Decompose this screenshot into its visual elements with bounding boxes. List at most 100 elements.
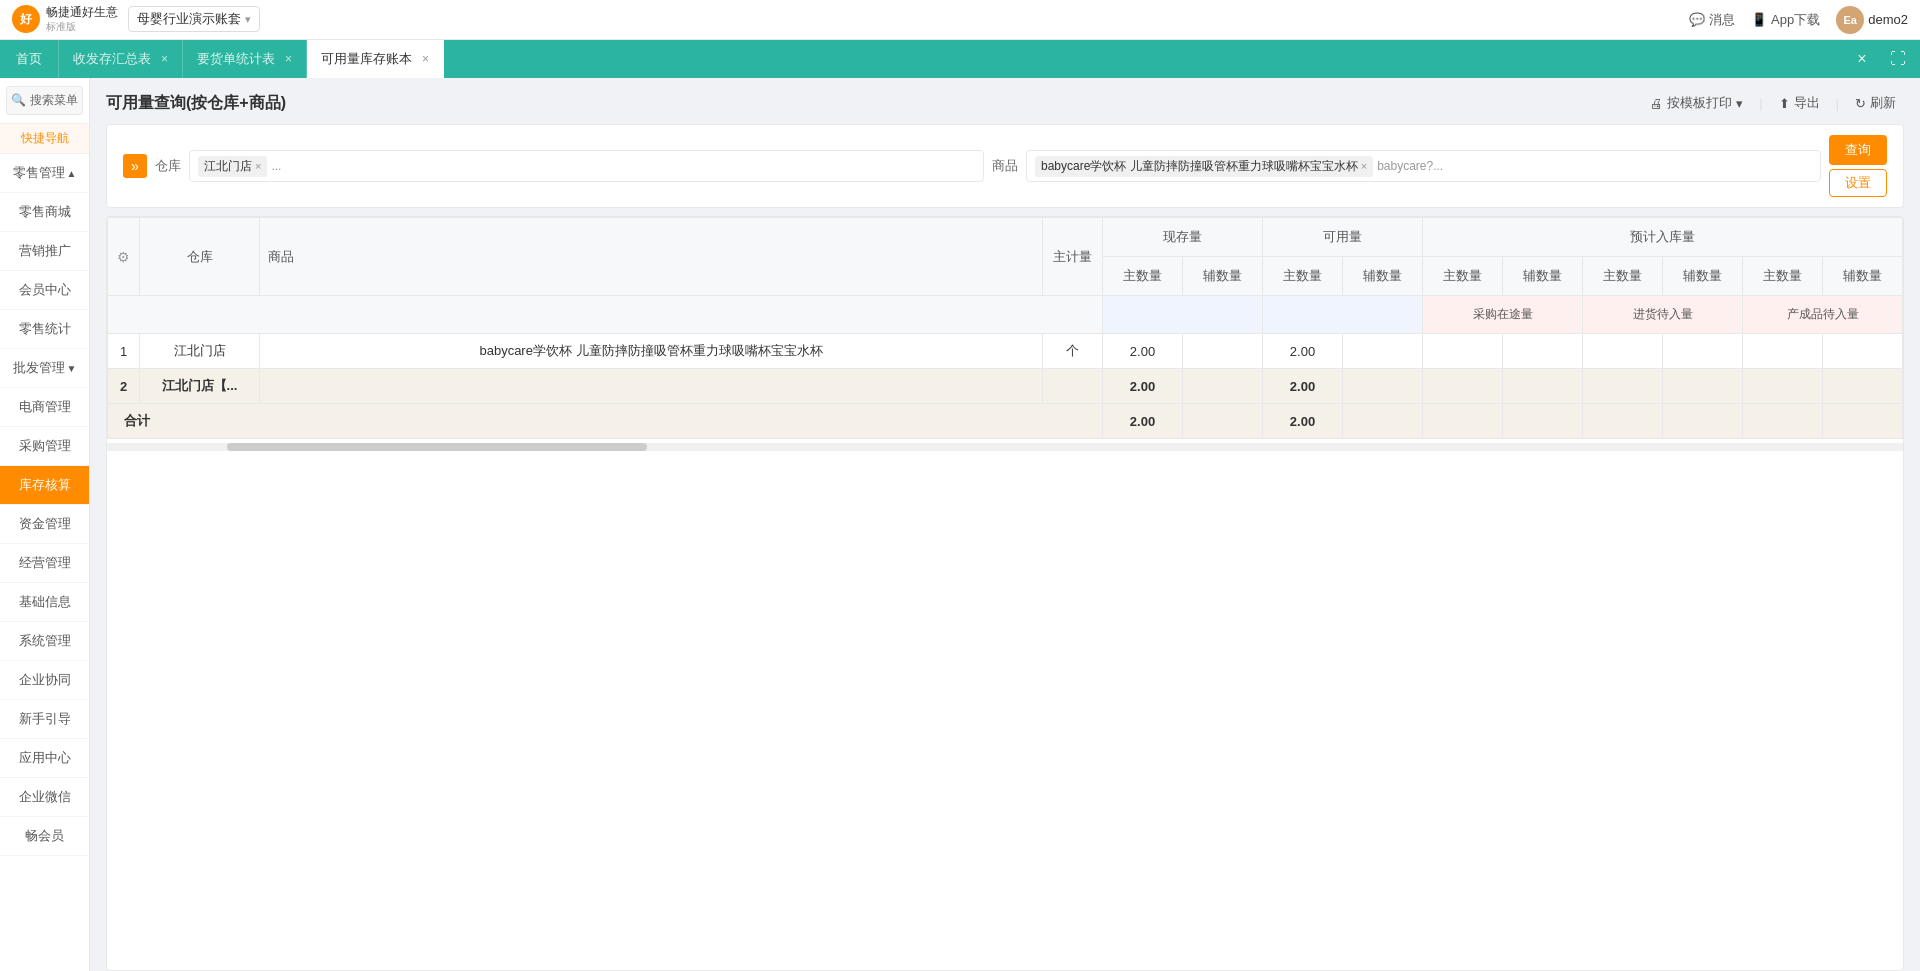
settings-button[interactable]: 设置 [1829, 169, 1887, 197]
th-available: 可用量 [1263, 218, 1423, 257]
tab-home[interactable]: 首页 [0, 40, 59, 78]
sidebar-item-member-center-label: 会员中心 [19, 281, 71, 299]
th-sub-production-arriving: 产成品待入量 [1743, 296, 1903, 334]
refresh-button[interactable]: ↻ 刷新 [1847, 90, 1904, 116]
main-layout: 🔍 搜索菜单 快捷导航 零售管理 ▲ 零售商城 营销推广 会员中心 零售统计 批… [0, 78, 1920, 971]
footer-available-aux [1343, 404, 1423, 439]
sidebar-item-ecommerce-mgmt[interactable]: 电商管理 [0, 388, 89, 427]
tab-available-stock-close-icon[interactable]: × [422, 52, 429, 66]
search-menu-label: 搜索菜单 [30, 93, 78, 107]
app-download-button[interactable]: 📱 App下载 [1751, 11, 1820, 29]
sidebar-item-marketing[interactable]: 营销推广 [0, 232, 89, 271]
th-purchase-arriving-aux: 辅数量 [1663, 257, 1743, 296]
th-current-aux-qty: 辅数量 [1183, 257, 1263, 296]
row2-purchase-arriving-aux [1663, 369, 1743, 404]
tab-expand-button[interactable]: ⛶ [1884, 45, 1912, 73]
export-label: 导出 [1794, 94, 1820, 112]
row1-available-main: 2.00 [1263, 334, 1343, 369]
enterprise-selector[interactable]: 母婴行业演示账套 ▾ [128, 6, 260, 32]
tab-receivable-summary[interactable]: 收发存汇总表 × [59, 40, 183, 78]
product-filter-tags[interactable]: babycare学饮杯 儿童防摔防撞吸管杯重力球吸嘴杯宝宝水杯 × babyca… [1026, 150, 1821, 182]
search-menu-button[interactable]: 🔍 搜索菜单 [6, 86, 83, 115]
footer-purchase-transit-main [1423, 404, 1503, 439]
sidebar-item-inventory-check[interactable]: 库存核算 [0, 466, 89, 505]
sidebar-item-retail-stats[interactable]: 零售统计 [0, 310, 89, 349]
th-current-main-qty: 主数量 [1103, 257, 1183, 296]
sidebar-item-inventory-check-label: 库存核算 [19, 476, 71, 494]
print-arrow-icon: ▾ [1736, 96, 1743, 111]
row1-purchase-transit-main [1423, 334, 1503, 369]
product-filter-label: 商品 [992, 157, 1018, 175]
tab-receivable-close-icon[interactable]: × [161, 52, 168, 66]
sidebar-item-marketing-label: 营销推广 [19, 242, 71, 260]
tab-available-stock[interactable]: 可用量库存账本 × [307, 40, 444, 78]
logo-area: 好 畅捷通好生意 标准版 [12, 5, 118, 33]
top-bar: 好 畅捷通好生意 标准版 母婴行业演示账套 ▾ 💬 消息 📱 App下载 Ea … [0, 0, 1920, 40]
tab-receivable-label: 收发存汇总表 [73, 50, 151, 68]
warehouse-tag-jiangbei: 江北门店 × [198, 156, 267, 177]
sidebar-item-ops-mgmt[interactable]: 经营管理 [0, 544, 89, 583]
tab-close-all-button[interactable]: × [1848, 45, 1876, 73]
footer-total-row: 合计 2.00 2.00 [108, 404, 1903, 439]
sidebar-item-retail-mall[interactable]: 零售商城 [0, 193, 89, 232]
th-main-unit: 主计量 [1043, 218, 1103, 296]
row1-production-arriving-aux [1823, 334, 1903, 369]
footer-production-arriving-aux [1823, 404, 1903, 439]
row1-purchase-transit-aux [1503, 334, 1583, 369]
sidebar-item-ops-mgmt-label: 经营管理 [19, 554, 71, 572]
row2-warehouse: 江北门店【... [140, 369, 260, 404]
sidebar-item-enterprise-wechat[interactable]: 企业微信 [0, 778, 89, 817]
sidebar-item-finance-mgmt[interactable]: 资金管理 [0, 505, 89, 544]
sidebar-item-retail-mgmt[interactable]: 零售管理 ▲ [0, 154, 89, 193]
row1-production-arriving-main [1743, 334, 1823, 369]
row1-current-main: 2.00 [1103, 334, 1183, 369]
product-tag-babycare: babycare学饮杯 儿童防摔防撞吸管杯重力球吸嘴杯宝宝水杯 × [1035, 156, 1373, 177]
sidebar-item-app-center[interactable]: 应用中心 [0, 739, 89, 778]
sidebar-item-retail-mgmt-label: 零售管理 [13, 164, 65, 182]
row2-purchase-transit-aux [1503, 369, 1583, 404]
sidebar-item-new-guide[interactable]: 新手引导 [0, 700, 89, 739]
sidebar-item-system-mgmt[interactable]: 系统管理 [0, 622, 89, 661]
refresh-label: 刷新 [1870, 94, 1896, 112]
sidebar-item-member-center[interactable]: 会员中心 [0, 271, 89, 310]
sidebar-item-enterprise-coop[interactable]: 企业协同 [0, 661, 89, 700]
enterprise-arrow-icon: ▾ [245, 13, 251, 26]
th-purchase-transit-aux: 辅数量 [1503, 257, 1583, 296]
sidebar-item-system-mgmt-label: 系统管理 [19, 632, 71, 650]
quick-nav-button[interactable]: 快捷导航 [0, 124, 89, 154]
message-button[interactable]: 💬 消息 [1689, 11, 1735, 29]
header-actions: 🖨 按模板打印 ▾ | ⬆ 导出 | ↻ 刷新 [1642, 90, 1904, 116]
tab-bar: 首页 收发存汇总表 × 要货单统计表 × 可用量库存账本 × × ⛶ [0, 40, 1920, 78]
tab-order-stats[interactable]: 要货单统计表 × [183, 40, 307, 78]
user-area[interactable]: Ea demo2 [1836, 6, 1908, 34]
warehouse-tag-jiangbei-name: 江北门店 [204, 158, 252, 175]
warehouse-tag-jiangbei-close-icon[interactable]: × [255, 160, 261, 172]
product-tag-babycare-close-icon[interactable]: × [1361, 160, 1367, 172]
avatar-initials: Ea [1844, 14, 1857, 26]
scrollbar-thumb [227, 443, 647, 451]
warehouse-filter-tags[interactable]: 江北门店 × ... [189, 150, 984, 182]
tab-order-stats-close-icon[interactable]: × [285, 52, 292, 66]
row1-current-aux [1183, 334, 1263, 369]
enterprise-name: 母婴行业演示账套 [137, 10, 241, 28]
user-avatar: Ea [1836, 6, 1864, 34]
sidebar-item-basic-info[interactable]: 基础信息 [0, 583, 89, 622]
sidebar-item-app-center-label: 应用中心 [19, 749, 71, 767]
th-sub-available [1263, 296, 1423, 334]
export-icon: ⬆ [1779, 96, 1790, 111]
column-settings-icon[interactable]: ⚙ [117, 249, 130, 265]
print-icon: 🖨 [1650, 96, 1663, 111]
export-button[interactable]: ⬆ 导出 [1771, 90, 1828, 116]
row1-warehouse: 江北门店 [140, 334, 260, 369]
content-area: 可用量查询(按仓库+商品) 🖨 按模板打印 ▾ | ⬆ 导出 | ↻ 刷新 [90, 78, 1920, 971]
row1-unit: 个 [1043, 334, 1103, 369]
horizontal-scrollbar[interactable] [107, 443, 1903, 451]
query-button[interactable]: 查询 [1829, 135, 1887, 165]
sidebar-item-wholesale-mgmt[interactable]: 批发管理 ▼ [0, 349, 89, 388]
data-table: ⚙ 仓库 商品 主计量 现存量 [107, 217, 1903, 439]
sidebar-item-vip-member[interactable]: 畅会员 [0, 817, 89, 856]
print-by-template-button[interactable]: 🖨 按模板打印 ▾ [1642, 90, 1751, 116]
sidebar-item-purchase-mgmt[interactable]: 采购管理 [0, 427, 89, 466]
th-purchase-arriving-main: 主数量 [1583, 257, 1663, 296]
filter-expand-button[interactable]: » [123, 154, 147, 178]
